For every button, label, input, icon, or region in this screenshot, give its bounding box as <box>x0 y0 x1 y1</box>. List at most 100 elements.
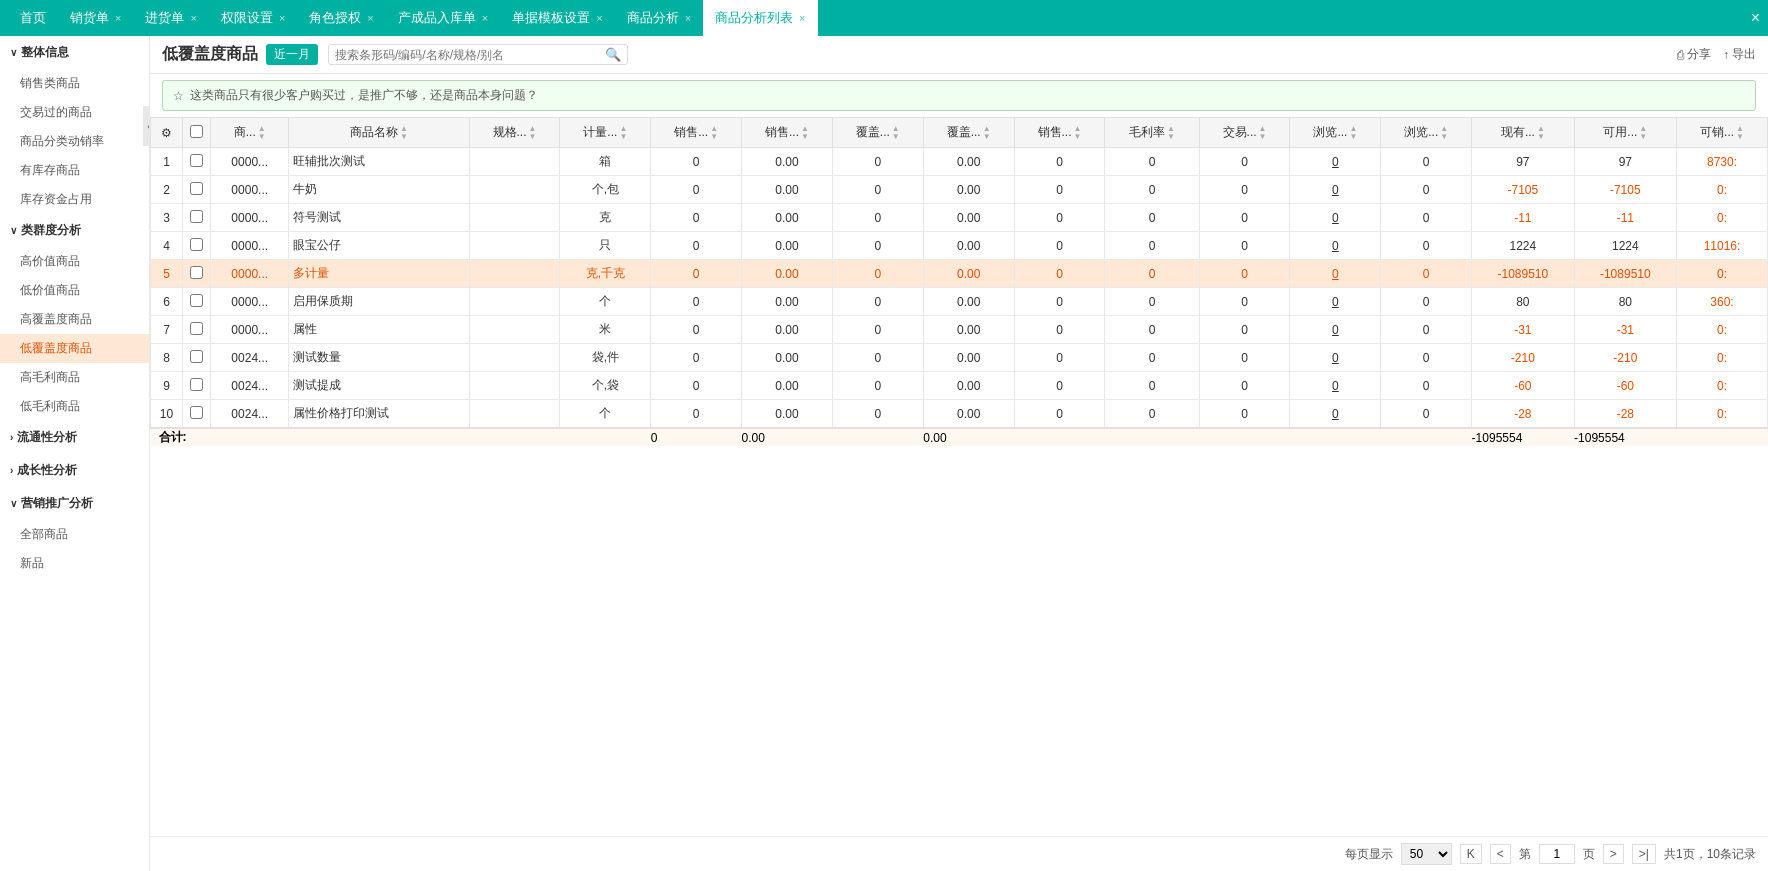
sidebar-item-category-turnover[interactable]: 商品分类动销率 <box>0 127 149 156</box>
row-select-checkbox[interactable] <box>190 238 203 251</box>
th-unit[interactable]: 计量...▲▼ <box>560 118 651 148</box>
last-page-button[interactable]: >| <box>1632 844 1656 864</box>
row-checkbox[interactable] <box>183 232 211 260</box>
close-icon[interactable]: × <box>482 12 488 24</box>
time-filter-button[interactable]: 近一月 <box>266 44 318 65</box>
row-browse1[interactable]: 0 <box>1290 148 1381 176</box>
sidebar-item-high-coverage[interactable]: 高覆盖度商品 <box>0 305 149 334</box>
select-all-checkbox[interactable] <box>190 125 203 138</box>
row-checkbox[interactable] <box>183 204 211 232</box>
row-checkbox[interactable] <box>183 288 211 316</box>
first-page-button[interactable]: K <box>1460 844 1482 864</box>
close-icon[interactable]: × <box>685 12 691 24</box>
totals-spacer4 <box>560 428 651 446</box>
row-checkbox[interactable] <box>183 400 211 429</box>
nav-sales-order[interactable]: 销货单 × <box>58 0 133 36</box>
close-icon[interactable]: × <box>367 12 373 24</box>
row-cover1: 0 <box>832 316 923 344</box>
nav-template-settings[interactable]: 单据模板设置 × <box>500 0 614 36</box>
sidebar-item-new-goods[interactable]: 新品 <box>0 549 149 578</box>
th-current[interactable]: 现有...▲▼ <box>1472 118 1574 148</box>
close-icon[interactable]: × <box>799 12 805 24</box>
search-icon[interactable]: 🔍 <box>605 47 621 62</box>
th-sales2[interactable]: 销售...▲▼ <box>742 118 833 148</box>
row-select-checkbox[interactable] <box>190 406 203 419</box>
search-input[interactable] <box>335 48 605 62</box>
sidebar-section-group-analysis[interactable]: ∨ 类群度分析 <box>0 214 149 247</box>
row-select-checkbox[interactable] <box>190 182 203 195</box>
th-code[interactable]: 商...▲▼ <box>211 118 289 148</box>
row-browse1[interactable]: 0 <box>1290 288 1381 316</box>
row-select-checkbox[interactable] <box>190 154 203 167</box>
close-all-tabs-button[interactable]: × <box>1751 9 1760 27</box>
sidebar-item-sales-goods[interactable]: 销售类商品 <box>0 69 149 98</box>
row-browse1[interactable]: 0 <box>1290 400 1381 429</box>
row-select-checkbox[interactable] <box>190 210 203 223</box>
close-icon[interactable]: × <box>279 12 285 24</box>
nav-purchase-order[interactable]: 进货单 × <box>133 0 208 36</box>
sidebar-item-high-margin[interactable]: 高毛利商品 <box>0 363 149 392</box>
th-browse2[interactable]: 浏览...▲▼ <box>1381 118 1472 148</box>
sidebar-item-low-margin[interactable]: 低毛利商品 <box>0 392 149 421</box>
close-icon[interactable]: × <box>596 12 602 24</box>
close-icon[interactable]: × <box>115 12 121 24</box>
prev-page-button[interactable]: < <box>1490 844 1511 864</box>
next-page-button[interactable]: > <box>1603 844 1624 864</box>
row-browse1[interactable]: 0 <box>1290 232 1381 260</box>
nav-product-analysis[interactable]: 商品分析 × <box>615 0 703 36</box>
sidebar-item-low-coverage[interactable]: 低覆盖度商品 <box>0 334 149 363</box>
nav-product-inbound[interactable]: 产成品入库单 × <box>386 0 500 36</box>
sidebar-section-growth[interactable]: › 成长性分析 <box>0 454 149 487</box>
per-page-select[interactable]: 50 20 100 <box>1401 843 1452 865</box>
row-browse1[interactable]: 0 <box>1290 372 1381 400</box>
export-button[interactable]: ↑ 导出 <box>1723 46 1756 63</box>
th-available[interactable]: 可用...▲▼ <box>1574 118 1676 148</box>
row-select-checkbox[interactable] <box>190 350 203 363</box>
th-trade[interactable]: 交易...▲▼ <box>1199 118 1290 148</box>
row-select-checkbox[interactable] <box>190 294 203 307</box>
sidebar-section-overall[interactable]: ∨ 整体信息 <box>0 36 149 69</box>
sidebar-collapse-button[interactable]: « <box>143 106 150 146</box>
sidebar-item-all-goods[interactable]: 全部商品 <box>0 520 149 549</box>
row-select-checkbox[interactable] <box>190 266 203 279</box>
row-sales2: 0.00 <box>742 344 833 372</box>
th-settings[interactable]: ⚙ <box>151 118 183 148</box>
th-profit[interactable]: 毛利率▲▼ <box>1105 118 1199 148</box>
row-cover1: 0 <box>832 232 923 260</box>
th-cover2[interactable]: 覆盖...▲▼ <box>923 118 1014 148</box>
th-sales3[interactable]: 销售...▲▼ <box>1014 118 1105 148</box>
row-select-checkbox[interactable] <box>190 322 203 335</box>
nav-home[interactable]: 首页 <box>8 0 58 36</box>
nav-role-auth[interactable]: 角色授权 × <box>297 0 385 36</box>
row-select-checkbox[interactable] <box>190 378 203 391</box>
row-checkbox[interactable] <box>183 148 211 176</box>
current-page-input[interactable] <box>1539 844 1575 864</box>
row-checkbox[interactable] <box>183 260 211 288</box>
row-checkbox[interactable] <box>183 372 211 400</box>
sidebar-item-inventory-capital[interactable]: 库存资金占用 <box>0 185 149 214</box>
th-cover1[interactable]: 覆盖...▲▼ <box>832 118 923 148</box>
row-checkbox[interactable] <box>183 344 211 372</box>
th-saleable[interactable]: 可销...▲▼ <box>1677 118 1768 148</box>
row-checkbox[interactable] <box>183 176 211 204</box>
sidebar-section-liquidity[interactable]: › 流通性分析 <box>0 421 149 454</box>
nav-permission-settings[interactable]: 权限设置 × <box>209 0 297 36</box>
nav-product-analysis-list[interactable]: 商品分析列表 × <box>703 0 817 36</box>
sidebar-item-traded-goods[interactable]: 交易过的商品 <box>0 98 149 127</box>
sidebar-item-in-stock-goods[interactable]: 有库存商品 <box>0 156 149 185</box>
row-browse1[interactable]: 0 <box>1290 260 1381 288</box>
close-icon[interactable]: × <box>190 12 196 24</box>
row-browse1[interactable]: 0 <box>1290 204 1381 232</box>
row-browse1[interactable]: 0 <box>1290 344 1381 372</box>
row-checkbox[interactable] <box>183 316 211 344</box>
sidebar-item-high-value[interactable]: 高价值商品 <box>0 247 149 276</box>
row-browse1[interactable]: 0 <box>1290 316 1381 344</box>
th-spec[interactable]: 规格...▲▼ <box>469 118 560 148</box>
th-browse1[interactable]: 浏览...▲▼ <box>1290 118 1381 148</box>
sidebar-section-marketing[interactable]: ∨ 营销推广分析 <box>0 487 149 520</box>
share-button[interactable]: ⎙ 分享 <box>1677 46 1711 63</box>
row-browse1[interactable]: 0 <box>1290 176 1381 204</box>
th-sales1[interactable]: 销售...▲▼ <box>651 118 742 148</box>
sidebar-item-low-value[interactable]: 低价值商品 <box>0 276 149 305</box>
th-name[interactable]: 商品名称▲▼ <box>289 118 469 148</box>
